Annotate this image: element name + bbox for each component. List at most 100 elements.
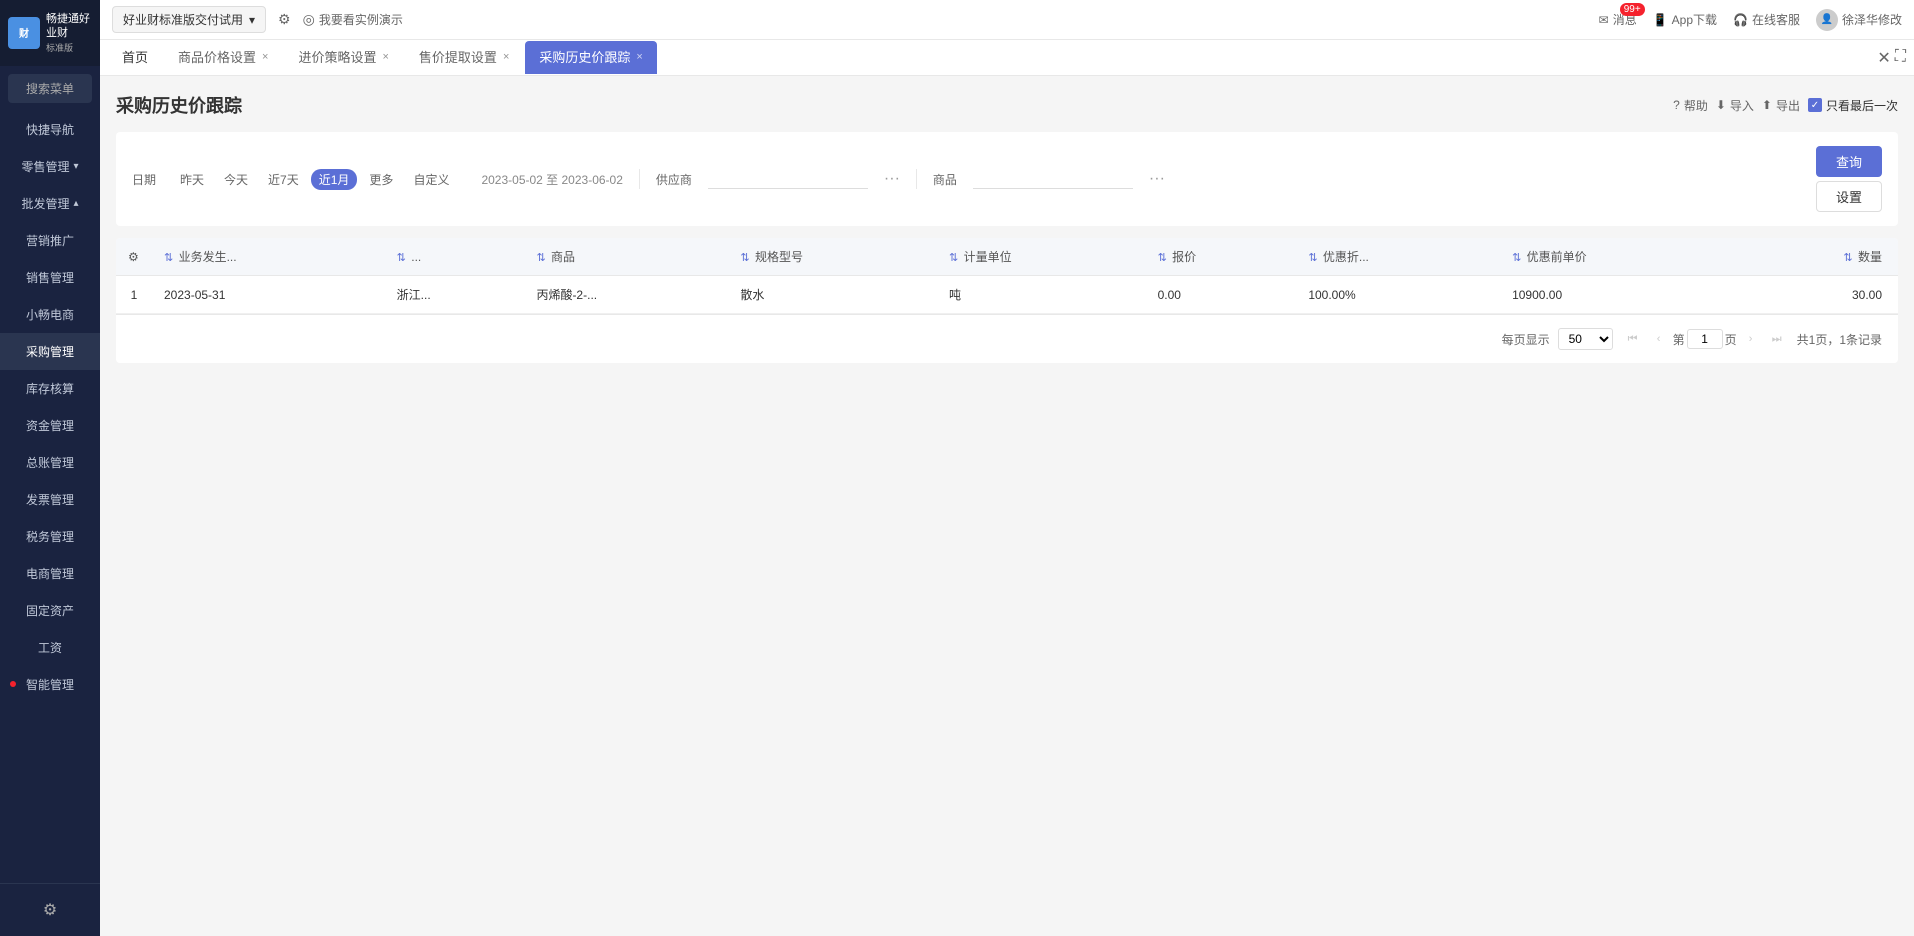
date-options: 昨天 今天 近7天 近1月 更多 自定义 bbox=[172, 169, 457, 190]
chevron-down-icon: ▾ bbox=[249, 13, 255, 27]
page-header: 采购历史价跟踪 ? 帮助 ⬇ 导入 ⬆ 导出 只看最后一次 bbox=[116, 92, 1898, 118]
sidebar-item-sales[interactable]: 销售管理 bbox=[0, 259, 100, 296]
th-goods[interactable]: ⇅ 商品 bbox=[524, 238, 728, 276]
sort-icon: ⇅ bbox=[536, 252, 545, 264]
online-service-button[interactable]: 🎧 在线客服 bbox=[1733, 11, 1800, 28]
th-date[interactable]: ⇅ 业务发生... bbox=[152, 238, 385, 276]
sidebar-item-wholesale[interactable]: 批发管理 ▴ bbox=[0, 185, 100, 222]
page-input[interactable] bbox=[1687, 329, 1723, 349]
sort-icon: ⇅ bbox=[1158, 252, 1167, 264]
first-page-button[interactable]: ⏮ bbox=[1621, 327, 1645, 351]
search-menu-button[interactable]: 搜索菜单 bbox=[8, 74, 92, 103]
sidebar-item-fixed-assets[interactable]: 固定资产 bbox=[0, 592, 100, 629]
sort-icon: ⇅ bbox=[1308, 252, 1317, 264]
th-gear[interactable]: ⚙ bbox=[116, 238, 152, 276]
sidebar-item-marketing[interactable]: 营销推广 bbox=[0, 222, 100, 259]
sidebar-item-invoice[interactable]: 发票管理 bbox=[0, 481, 100, 518]
th-quantity[interactable]: ⇅ 数量 bbox=[1738, 238, 1898, 276]
chevron-down-icon: ▾ bbox=[73, 161, 78, 172]
row-discount: 100.00% bbox=[1296, 276, 1500, 314]
config-icon[interactable]: ⚙ bbox=[278, 11, 291, 28]
sidebar-search[interactable]: 搜索菜单 bbox=[0, 66, 100, 111]
checkbox-icon bbox=[1808, 98, 1822, 112]
tab-cost-strategy[interactable]: 进价策略设置 × bbox=[284, 41, 402, 74]
edition-selector[interactable]: 好业财标准版交付试用 ▾ bbox=[112, 6, 266, 33]
date-btn-today[interactable]: 今天 bbox=[216, 169, 256, 190]
row-spec: 散水 bbox=[728, 276, 937, 314]
tab-purchase-history[interactable]: 采购历史价跟踪 × bbox=[525, 41, 656, 74]
last-page-button[interactable]: ⏭ bbox=[1765, 327, 1789, 351]
tab-sale-extract[interactable]: 售价提取设置 × bbox=[405, 41, 523, 74]
message-button[interactable]: ✉ 消息 99+ bbox=[1599, 11, 1637, 28]
sidebar-bottom: ⚙ bbox=[0, 883, 100, 936]
sidebar-item-ecommerce-small[interactable]: 小畅电商 bbox=[0, 296, 100, 333]
th-spec[interactable]: ⇅ 规格型号 bbox=[728, 238, 937, 276]
app-download-button[interactable]: 📱 App下载 bbox=[1653, 11, 1717, 28]
row-col2: 浙江... bbox=[385, 276, 525, 314]
date-btn-7days[interactable]: 近7天 bbox=[260, 169, 307, 190]
query-button[interactable]: 查询 bbox=[1816, 146, 1882, 177]
topbar: 好业财标准版交付试用 ▾ ⚙ ◎ 我要看实例演示 ✉ 消息 99+ 📱 App下… bbox=[100, 0, 1914, 40]
goods-label: 商品 bbox=[933, 171, 957, 188]
sidebar-item-quick-nav[interactable]: 快捷导航 bbox=[0, 111, 100, 148]
settings-button[interactable]: 设置 bbox=[1816, 181, 1882, 212]
table-row: 1 2023-05-31 浙江... 丙烯酸-2-... 散水 吨 0.00 1… bbox=[116, 276, 1898, 314]
row-pre-price: 10900.00 bbox=[1500, 276, 1737, 314]
import-button[interactable]: ⬇ 导入 bbox=[1716, 97, 1754, 114]
main-area: 好业财标准版交付试用 ▾ ⚙ ◎ 我要看实例演示 ✉ 消息 99+ 📱 App下… bbox=[100, 0, 1914, 936]
last-only-checkbox[interactable]: 只看最后一次 bbox=[1808, 97, 1898, 114]
filter-actions: 查询 设置 bbox=[1816, 146, 1882, 212]
page-nav: ⏮ ‹ 第 页 › ⏭ bbox=[1621, 327, 1789, 351]
play-icon: ◎ bbox=[303, 11, 315, 28]
logo-text: 畅捷通好业财 标准版 bbox=[46, 12, 92, 54]
sidebar-item-salary[interactable]: 工资 bbox=[0, 629, 100, 666]
supplier-more-icon[interactable]: ··· bbox=[884, 170, 900, 188]
prev-page-button[interactable]: ‹ bbox=[1647, 327, 1671, 351]
th-pre-price[interactable]: ⇅ 优惠前单价 bbox=[1500, 238, 1737, 276]
sidebar-item-smart[interactable]: 智能管理 bbox=[0, 666, 100, 703]
supplier-input[interactable] bbox=[708, 170, 868, 189]
th-discount[interactable]: ⇅ 优惠折... bbox=[1296, 238, 1500, 276]
divider bbox=[639, 169, 640, 189]
goods-more-icon[interactable]: ··· bbox=[1149, 170, 1165, 188]
sidebar-item-ledger[interactable]: 总账管理 bbox=[0, 444, 100, 481]
sidebar-item-tax[interactable]: 税务管理 bbox=[0, 518, 100, 555]
close-icon[interactable]: × bbox=[503, 51, 509, 63]
date-range-text: 2023-05-02 至 2023-06-02 bbox=[481, 171, 622, 188]
help-button[interactable]: ? 帮助 bbox=[1673, 97, 1708, 114]
th-col2[interactable]: ⇅ ... bbox=[385, 238, 525, 276]
export-button[interactable]: ⬆ 导出 bbox=[1762, 97, 1800, 114]
close-icon[interactable]: × bbox=[382, 51, 388, 63]
headset-icon: 🎧 bbox=[1733, 13, 1748, 27]
sidebar-item-retail[interactable]: 零售管理 ▾ bbox=[0, 148, 100, 185]
demo-button[interactable]: ◎ 我要看实例演示 bbox=[303, 11, 403, 28]
tab-home[interactable]: 首页 bbox=[108, 41, 162, 74]
date-btn-more[interactable]: 更多 bbox=[361, 169, 401, 190]
total-info: 共1页，1条记录 bbox=[1797, 331, 1882, 348]
message-icon: ✉ bbox=[1599, 13, 1609, 27]
page-title: 采购历史价跟踪 bbox=[116, 92, 242, 118]
settings-icon[interactable]: ⚙ bbox=[8, 892, 92, 928]
expand-icon[interactable]: ⛶ bbox=[1895, 48, 1906, 68]
close-icon[interactable]: × bbox=[636, 51, 642, 63]
date-btn-yesterday[interactable]: 昨天 bbox=[172, 169, 212, 190]
data-table: ⚙ ⇅ 业务发生... ⇅ ... ⇅ 商品 bbox=[116, 238, 1898, 314]
close-icon[interactable]: × bbox=[262, 51, 268, 63]
page-unit: 页 bbox=[1725, 331, 1737, 348]
th-price[interactable]: ⇅ 报价 bbox=[1146, 238, 1297, 276]
per-page-select[interactable]: 50 100 200 bbox=[1558, 328, 1613, 350]
date-btn-1month[interactable]: 近1月 bbox=[311, 169, 358, 190]
sidebar-item-ecommerce[interactable]: 电商管理 bbox=[0, 555, 100, 592]
chevron-up-icon: ▴ bbox=[73, 198, 78, 209]
tab-price-settings[interactable]: 商品价格设置 × bbox=[164, 41, 282, 74]
sidebar-item-inventory[interactable]: 库存核算 bbox=[0, 370, 100, 407]
user-menu[interactable]: 👤 徐泽华修改 bbox=[1816, 9, 1902, 31]
close-all-icon[interactable]: ✕ bbox=[1877, 48, 1890, 68]
sidebar-item-finance[interactable]: 资金管理 bbox=[0, 407, 100, 444]
next-page-button[interactable]: › bbox=[1739, 327, 1763, 351]
goods-input[interactable] bbox=[973, 170, 1133, 189]
date-btn-custom[interactable]: 自定义 bbox=[405, 169, 457, 190]
th-unit[interactable]: ⇅ 计量单位 bbox=[937, 238, 1146, 276]
question-icon: ? bbox=[1673, 98, 1680, 112]
sidebar-item-purchase[interactable]: 采购管理 bbox=[0, 333, 100, 370]
